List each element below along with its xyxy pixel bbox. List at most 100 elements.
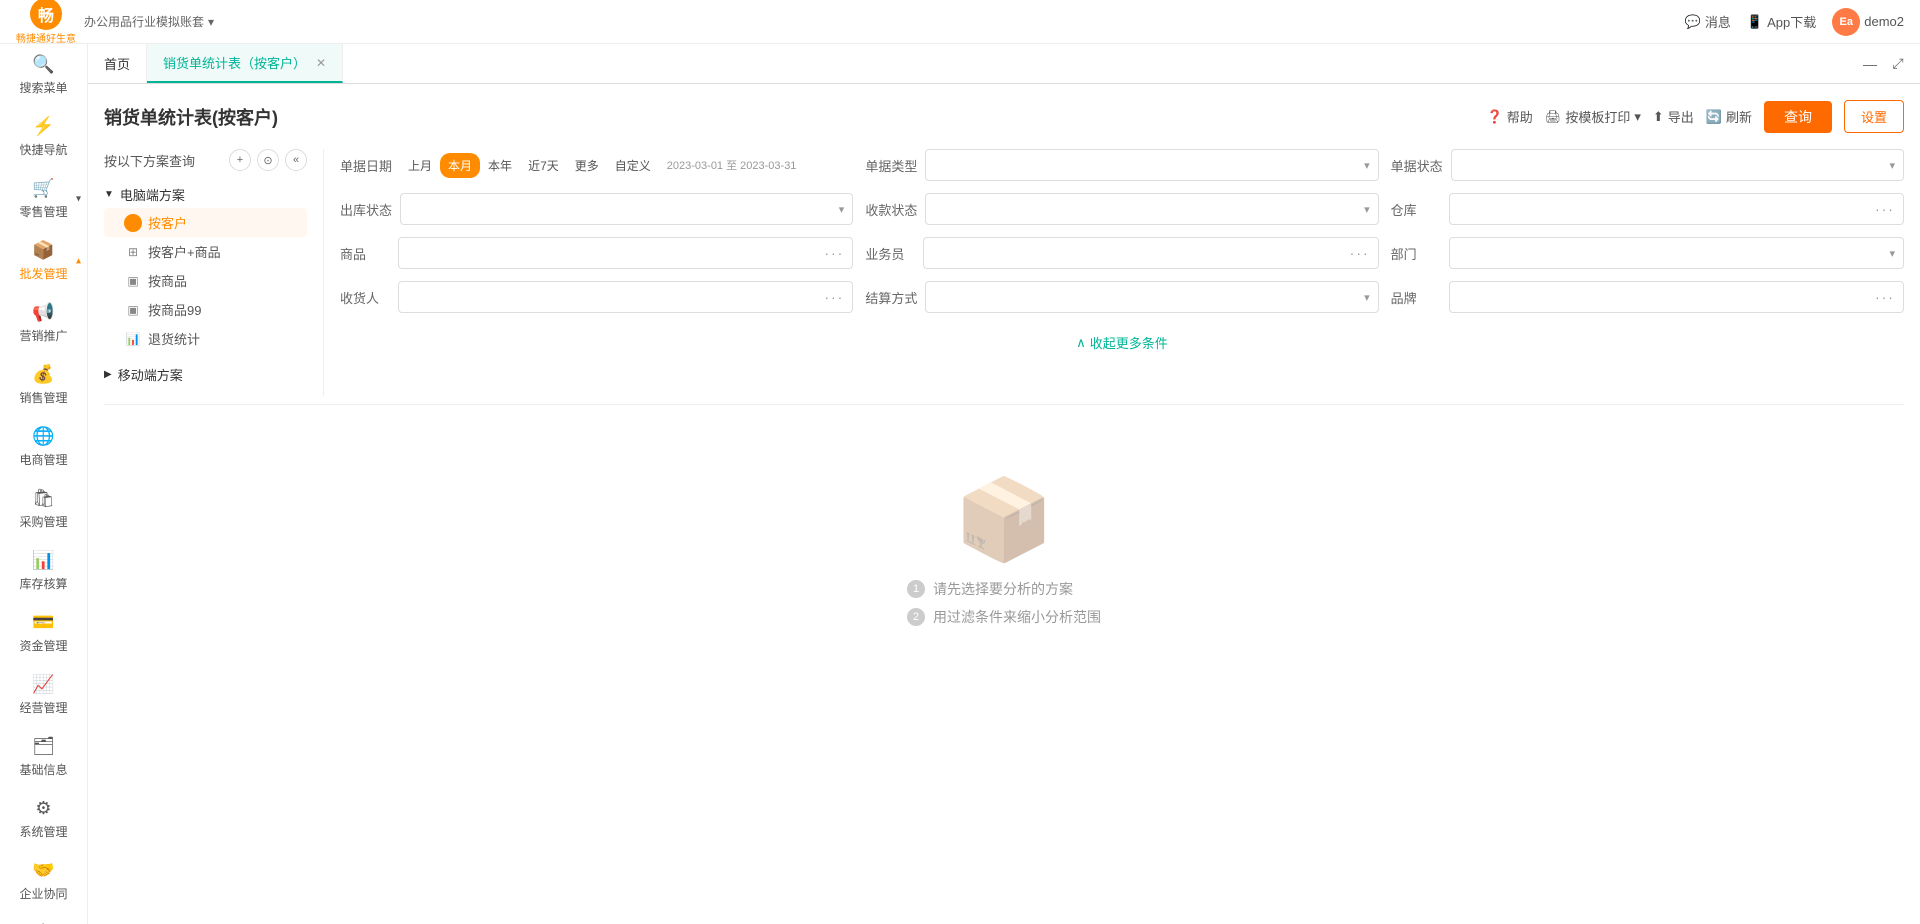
nav-item-system[interactable]: ⚙ 系统管理 [0,788,87,850]
collapse-row[interactable]: ∧ 收起更多条件 [340,325,1904,360]
nav-item-wholesale[interactable]: 📦 批发管理 ▴ [0,230,87,292]
nav-item-newbie[interactable]: 🎓 新手引导 [0,912,87,924]
nav-item-retail[interactable]: 🛒 零售管理 ▾ [0,168,87,230]
nav-label-basic: 基础信息 [19,761,67,778]
user-profile[interactable]: Ea demo2 [1832,8,1904,36]
scheme-item-by-product[interactable]: ▣ 按商品 [104,266,307,295]
receipt-status-dropdown-icon: ▾ [1364,203,1370,216]
collapse-label: 收起更多条件 [1090,333,1168,352]
ecom-icon: 🌐 [32,426,54,447]
app-download-button[interactable]: 📱 App下载 [1747,12,1816,31]
scheme-item-by-product-99[interactable]: ▣ 按商品99 [104,295,307,324]
product-input[interactable]: ··· [398,237,853,269]
nav-item-operation[interactable]: 📈 经营管理 [0,664,87,726]
warehouse-dots-icon: ··· [1875,201,1895,217]
date-tab-custom[interactable]: 自定义 [607,153,659,178]
tab-home[interactable]: 首页 [88,44,147,83]
scheme-icon-by-product: ▣ [124,272,142,290]
breadcrumb-arrow: ▾ [208,15,214,29]
add-scheme-button[interactable]: + [229,149,251,171]
date-tab-this-month[interactable]: 本月 [440,153,480,178]
retail-icon: 🛒 [32,178,54,199]
warehouse-input[interactable]: ··· [1449,193,1904,225]
scheme-group-mobile-toggle[interactable]: ▶ 移动端方案 [104,361,307,388]
inventory-icon: 📊 [32,550,54,571]
left-panel-icons: + ⊙ « [229,149,307,171]
message-icon: 💬 [1685,14,1701,30]
nav-item-finance[interactable]: 💳 资金管理 [0,602,87,664]
out-status-select[interactable]: ▾ [400,193,853,225]
scheme-item-by-customer-product[interactable]: ⊞ 按客户+商品 [104,237,307,266]
nav-item-purchase[interactable]: 🛍 采购管理 [0,478,87,540]
template-print-label: 按模板打印 [1565,107,1630,126]
nav-item-inventory[interactable]: 📊 库存核算 [0,540,87,602]
filter-row-4: 收货人 ··· 结算方式 ▾ [340,281,1904,313]
logo-area: 畅 畅捷通好生意 [16,0,76,45]
tab-maximize-button[interactable]: ⤢ [1888,54,1908,74]
tab-minimize-button[interactable]: — [1860,54,1880,74]
date-filter: 上月 本月 本年 近7天 更多 自定义 2023-03-01 至 2023-03… [400,153,796,178]
logo-text: 畅捷通好生意 [16,30,76,45]
nav-label-marketing: 营销推广 [19,327,67,344]
scheme-icon-by-product-99: ▣ [124,301,142,319]
hint-text-2: 用过滤条件来缩小分析范围 [933,607,1101,627]
date-tab-more[interactable]: 更多 [567,153,607,178]
finance-icon: 💳 [32,612,54,633]
scheme-item-return-stats[interactable]: 📊 退货统计 [104,324,307,353]
date-tab-this-year[interactable]: 本年 [480,153,520,178]
filter-doc-status: 单据状态 ▾ [1391,149,1904,181]
filter-row-1: 单据日期 上月 本月 本年 近7天 更多 自定义 2023-03-01 至 20… [340,149,1904,181]
recipient-input[interactable]: ··· [398,281,853,313]
tab-sales-report[interactable]: 销货单统计表（按客户） ✕ [147,44,343,83]
chevron-down-icon: ▼ [104,189,114,200]
left-panel-header: 按以下方案查询 + ⊙ « [104,149,307,171]
setting-button[interactable]: 设置 [1844,100,1904,133]
salesperson-input[interactable]: ··· [923,237,1378,269]
tab-close-icon[interactable]: ✕ [316,56,326,70]
scheme-group-desktop-toggle[interactable]: ▼ 电脑端方案 [104,181,307,208]
nav-item-cooperation[interactable]: 🤝 企业协同 [0,850,87,912]
scheme-icon-return-stats: 📊 [124,330,142,348]
nav-item-basic[interactable]: 🗂 基础信息 [0,726,87,788]
settlement-select[interactable]: ▾ [925,281,1378,313]
doc-type-label: 单据类型 [865,156,917,175]
tab-sales-report-label: 销货单统计表（按客户） [163,53,306,72]
avatar: Ea [1832,8,1860,36]
department-select[interactable]: ▾ [1449,237,1904,269]
date-tab-7days[interactable]: 近7天 [520,153,567,178]
doc-status-select[interactable]: ▾ [1451,149,1904,181]
nav-label-operation: 经营管理 [19,699,67,716]
left-nav: 🔍 搜索菜单 ⚡ 快捷导航 🛒 零售管理 ▾ 📦 批发管理 ▴ 📢 营销推广 💰… [0,44,88,924]
system-icon: ⚙ [35,798,51,819]
nav-item-sales[interactable]: 💰 销售管理 [0,354,87,416]
brand-input[interactable]: ··· [1449,281,1904,313]
filter-settlement: 结算方式 ▾ [865,281,1378,313]
scheme-settings-button[interactable]: ⊙ [257,149,279,171]
export-button[interactable]: ⬆ 导出 [1653,107,1694,126]
empty-state: 📦 1 请先选择要分析的方案 2 用过滤条件来缩小分析范围 [104,413,1904,687]
warehouse-label: 仓库 [1391,200,1441,219]
nav-item-marketing[interactable]: 📢 营销推广 [0,292,87,354]
basic-icon: 🗂 [32,736,55,757]
refresh-button[interactable]: 🔄 刷新 [1706,107,1752,126]
nav-item-ecom[interactable]: 🌐 电商管理 [0,416,87,478]
doc-type-select[interactable]: ▾ [925,149,1378,181]
divider [104,404,1904,405]
help-button[interactable]: ❓ 帮助 [1487,107,1533,126]
nav-item-quick-nav[interactable]: ⚡ 快捷导航 [0,106,87,168]
filter-doc-type: 单据类型 ▾ [865,149,1378,181]
filter-salesperson: 业务员 ··· [865,237,1378,269]
nav-item-search-menu[interactable]: 🔍 搜索菜单 [0,44,87,106]
collapse-panel-button[interactable]: « [285,149,307,171]
filter-recipient: 收货人 ··· [340,281,853,313]
filter-receipt-status: 收款状态 ▾ [865,193,1378,225]
user-label: demo2 [1864,14,1904,29]
messages-button[interactable]: 💬 消息 [1685,12,1731,31]
query-button[interactable]: 查询 [1764,101,1832,133]
date-tab-last-month[interactable]: 上月 [400,153,440,178]
template-print-button[interactable]: 🖨 按模板打印 ▾ [1545,107,1641,126]
scheme-item-by-customer[interactable]: ● 按客户 [104,208,307,237]
receipt-status-select[interactable]: ▾ [925,193,1378,225]
scheme-item-by-customer-product-label: 按客户+商品 [148,242,221,261]
app-download-label: App下载 [1767,12,1816,31]
